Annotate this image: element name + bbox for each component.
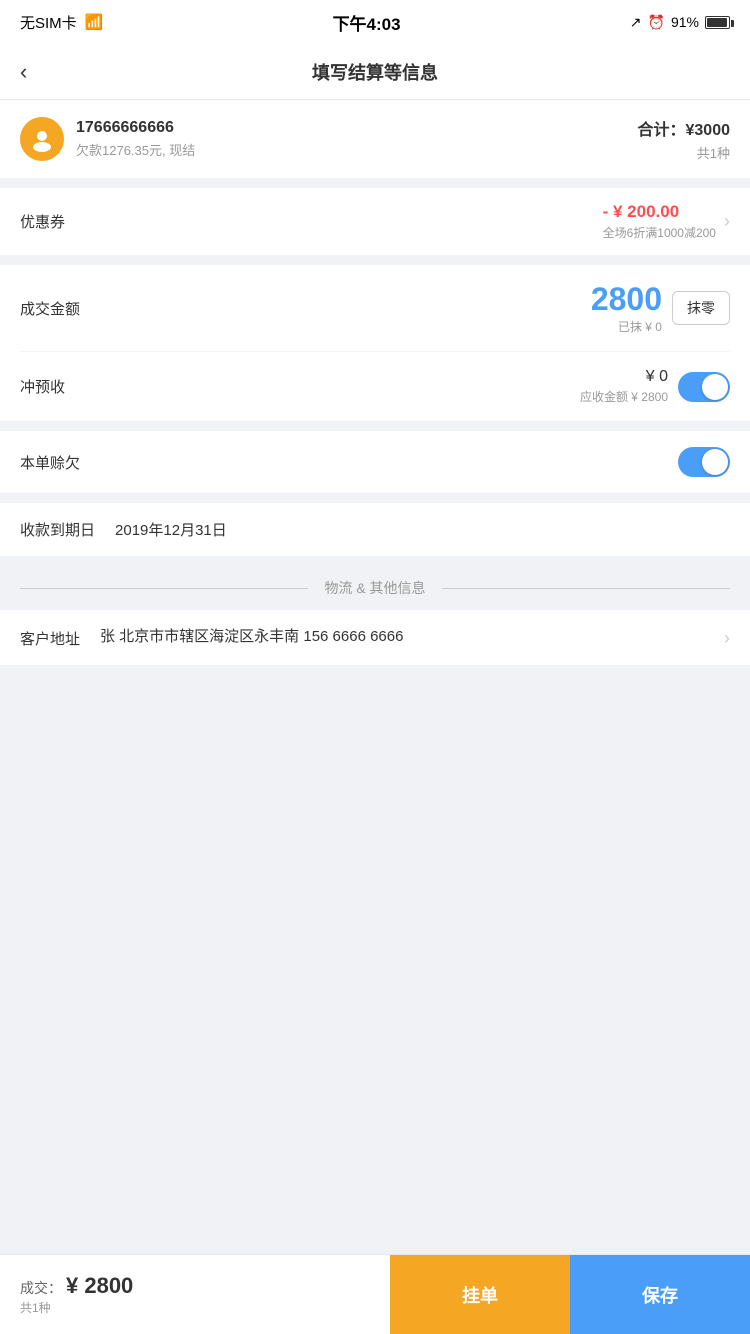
customer-row: 17666666666 欠款1276.35元, 现结 合计：¥3000 共1种 xyxy=(0,100,750,178)
advance-row: 冲预收 ¥ 0 应收金额 ¥ 2800 xyxy=(20,352,730,421)
coupon-info: - ¥ 200.00 全场6折满1000减200 xyxy=(603,202,716,241)
address-label: 客户地址 xyxy=(20,626,80,649)
total-amount: 合计：¥3000 xyxy=(638,116,731,140)
status-time: 下午4:03 xyxy=(333,10,401,35)
nav-bar: ‹ 填写结算等信息 xyxy=(0,44,750,100)
bottom-deal-line: 成交： ¥ 2800 xyxy=(20,1273,370,1299)
deal-amount-row: 成交金额 2800 已抹 ¥ 0 抹零 xyxy=(20,265,730,352)
pending-button[interactable]: 挂单 xyxy=(390,1255,570,1334)
deal-amount: 2800 xyxy=(591,281,662,318)
deal-amount-col: 2800 已抹 ¥ 0 xyxy=(591,281,662,335)
deal-label: 成交金额 xyxy=(20,298,80,319)
status-left: 无SIM卡 📶 xyxy=(20,12,103,33)
save-button[interactable]: 保存 xyxy=(570,1255,750,1334)
address-value: 张 北京市市辖区海淀区永丰南 156 6666 6666 xyxy=(100,626,716,649)
logistics-line-right xyxy=(442,588,730,589)
due-date-row: 收款到期日 2019年12月31日 xyxy=(0,503,750,556)
toggle-knob xyxy=(702,374,728,400)
total-count: 共1种 xyxy=(638,143,731,162)
deal-sub: 已抹 ¥ 0 xyxy=(591,318,662,335)
advance-label: 冲预收 xyxy=(20,376,65,397)
credit-toggle-knob xyxy=(702,449,728,475)
advance-amount: ¥ 0 xyxy=(580,368,668,386)
customer-info: 17666666666 欠款1276.35元, 现结 xyxy=(76,119,195,159)
advance-info: ¥ 0 应收金额 ¥ 2800 xyxy=(580,368,668,405)
due-date-value: 2019年12月31日 xyxy=(115,519,227,540)
battery-icon xyxy=(705,16,730,29)
coupon-label: 优惠券 xyxy=(20,211,65,232)
advance-sub: 应收金额 ¥ 2800 xyxy=(580,388,668,405)
deal-right: 2800 已抹 ¥ 0 抹零 xyxy=(591,281,730,335)
due-date-label: 收款到期日 xyxy=(20,519,95,540)
credit-row: 本单赊欠 xyxy=(0,431,750,493)
chevron-right-icon: › xyxy=(724,211,730,232)
customer-sub: 欠款1276.35元, 现结 xyxy=(76,140,195,159)
amount-section: 成交金额 2800 已抹 ¥ 0 抹零 冲预收 ¥ 0 应收金额 ¥ 2800 xyxy=(0,265,750,421)
round-button[interactable]: 抹零 xyxy=(672,291,730,325)
page-title: 填写结算等信息 xyxy=(312,59,438,85)
battery-percent: 91% xyxy=(671,14,699,30)
address-chevron-icon: › xyxy=(724,626,730,649)
customer-left: 17666666666 欠款1276.35元, 现结 xyxy=(20,117,195,161)
credit-label: 本单赊欠 xyxy=(20,452,80,473)
bottom-deal-label: 成交： xyxy=(20,1278,62,1298)
status-bar: 无SIM卡 📶 下午4:03 ↗ ⏰ 91% xyxy=(0,0,750,44)
coupon-desc: 全场6折满1000减200 xyxy=(603,224,716,241)
address-row[interactable]: 客户地址 张 北京市市辖区海淀区永丰南 156 6666 6666 › xyxy=(0,610,750,665)
wifi-icon: 📶 xyxy=(85,13,104,31)
bottom-bar: 成交： ¥ 2800 共1种 挂单 保存 xyxy=(0,1254,750,1334)
avatar xyxy=(20,117,64,161)
logistics-header: 物流 & 其他信息 xyxy=(0,566,750,610)
coupon-right: - ¥ 200.00 全场6折满1000减200 › xyxy=(603,202,730,241)
coupon-row[interactable]: 优惠券 - ¥ 200.00 全场6折满1000减200 › xyxy=(0,188,750,255)
alarm-icon: ⏰ xyxy=(648,14,665,31)
customer-phone: 17666666666 xyxy=(76,119,195,137)
status-right: ↗ ⏰ 91% xyxy=(630,14,730,31)
bottom-count: 共1种 xyxy=(20,1299,370,1316)
sim-label: 无SIM卡 xyxy=(20,12,77,33)
logistics-line-left xyxy=(20,588,308,589)
advance-toggle[interactable] xyxy=(678,372,730,402)
bottom-info: 成交： ¥ 2800 共1种 xyxy=(0,1273,390,1316)
content: 17666666666 欠款1276.35元, 现结 合计：¥3000 共1种 … xyxy=(0,100,750,755)
logistics-title: 物流 & 其他信息 xyxy=(324,578,425,598)
coupon-discount: - ¥ 200.00 xyxy=(603,202,716,222)
location-icon: ↗ xyxy=(630,14,642,31)
credit-toggle[interactable] xyxy=(678,447,730,477)
advance-right: ¥ 0 应收金额 ¥ 2800 xyxy=(580,368,730,405)
customer-right: 合计：¥3000 共1种 xyxy=(638,116,731,162)
back-button[interactable]: ‹ xyxy=(20,59,27,85)
bottom-deal-amount: ¥ 2800 xyxy=(66,1273,133,1299)
